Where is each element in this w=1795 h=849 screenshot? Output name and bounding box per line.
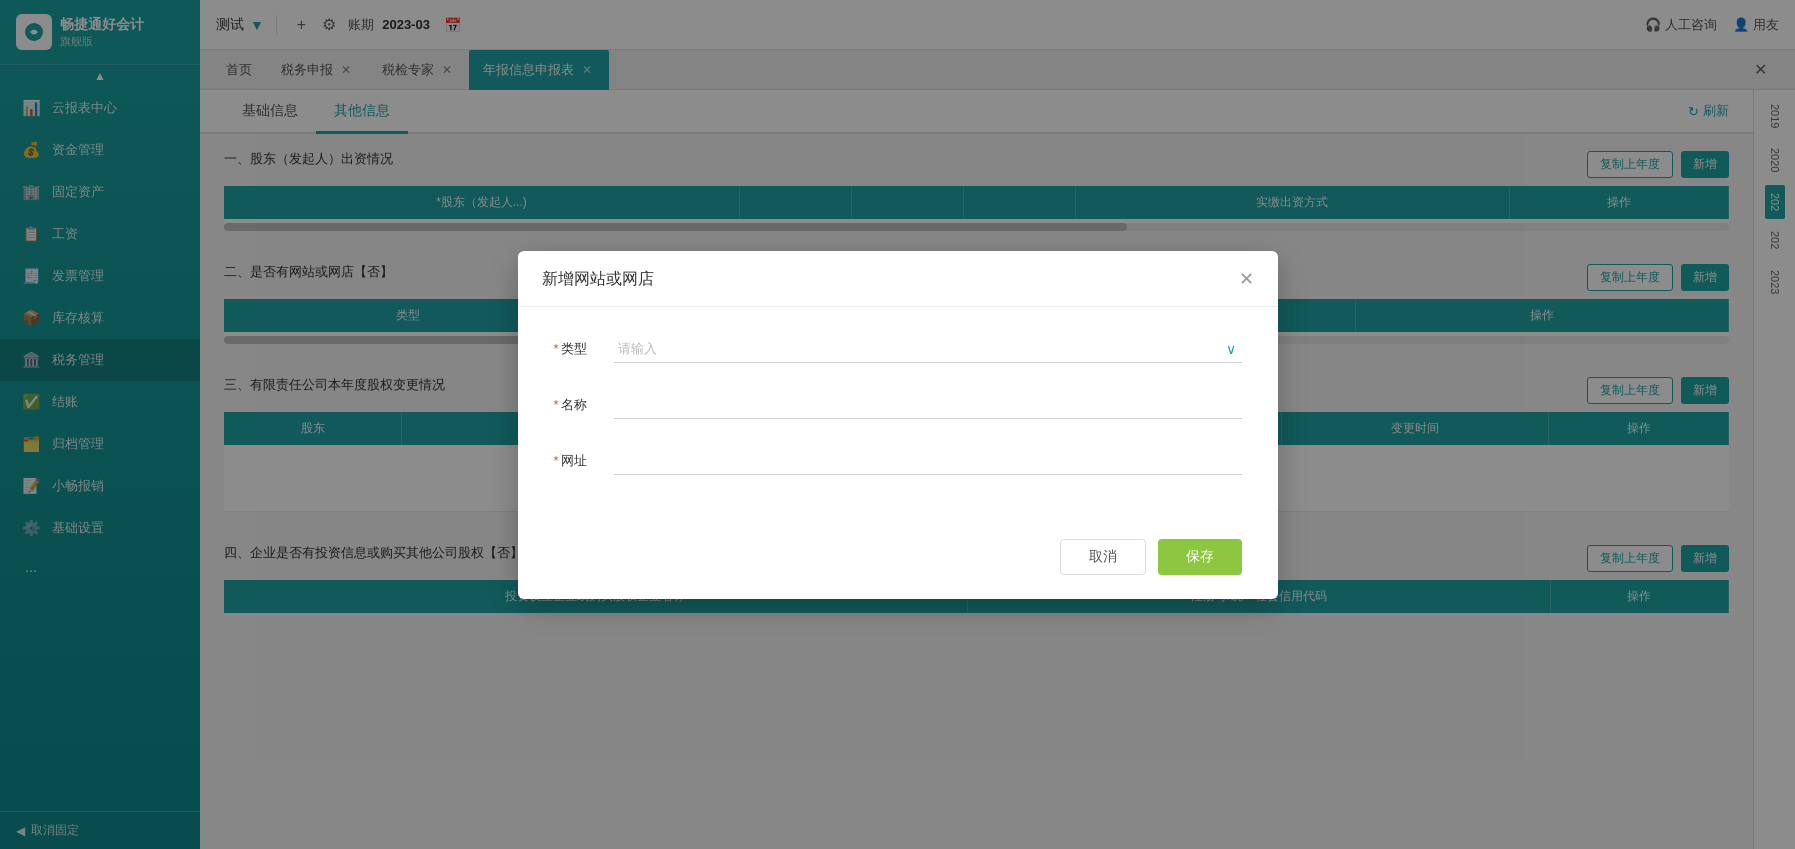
url-input[interactable] xyxy=(614,447,1242,475)
add-website-dialog: 新增网站或网店 ✕ *类型 ∨ *名称 xyxy=(518,251,1278,599)
dialog-overlay[interactable]: 新增网站或网店 ✕ *类型 ∨ *名称 xyxy=(0,0,1795,849)
dialog-body: *类型 ∨ *名称 *网址 xyxy=(518,307,1278,527)
dialog-footer: 取消 保存 xyxy=(518,527,1278,599)
name-input-wrapper xyxy=(614,391,1242,419)
type-label: *类型 xyxy=(554,340,614,358)
cancel-button[interactable]: 取消 xyxy=(1060,539,1146,575)
dialog-title: 新增网站或网店 xyxy=(542,269,654,290)
form-row-type: *类型 ∨ xyxy=(554,335,1242,363)
name-label: *名称 xyxy=(554,396,614,414)
type-input-wrapper: ∨ xyxy=(614,335,1242,363)
url-input-wrapper xyxy=(614,447,1242,475)
dialog-close-button[interactable]: ✕ xyxy=(1239,270,1254,288)
type-input[interactable] xyxy=(614,335,1242,363)
name-input[interactable] xyxy=(614,391,1242,419)
url-label: *网址 xyxy=(554,452,614,470)
dialog-header: 新增网站或网店 ✕ xyxy=(518,251,1278,307)
form-row-name: *名称 xyxy=(554,391,1242,419)
form-row-url: *网址 xyxy=(554,447,1242,475)
save-button[interactable]: 保存 xyxy=(1158,539,1242,575)
